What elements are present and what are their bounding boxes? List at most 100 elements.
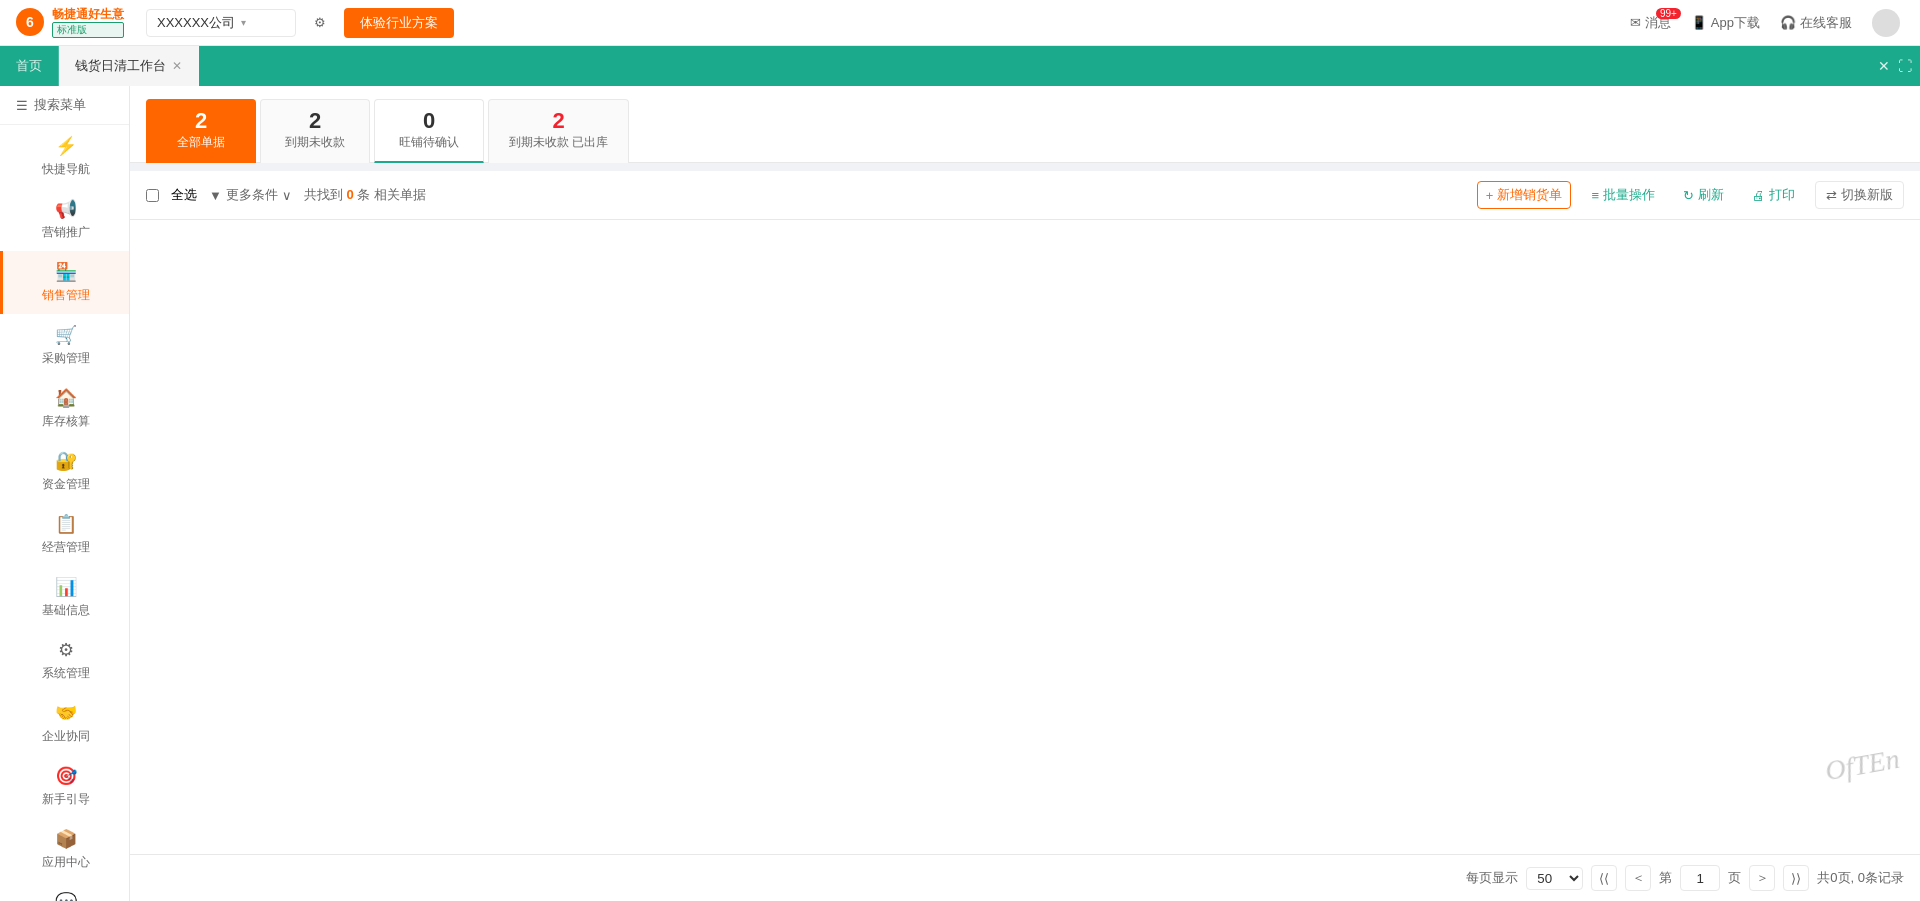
print-icon: 🖨 — [1752, 188, 1765, 203]
stats-tabs-row: 2 全部单据 2 到期未收款 0 旺铺待确认 2 到期未收款 已出库 — [146, 98, 1904, 162]
print-button[interactable]: 🖨 打印 — [1744, 182, 1803, 208]
operations-icon: 📋 — [55, 513, 77, 535]
add-btn-label: 新增销货单 — [1497, 186, 1562, 204]
batch-operation-button[interactable]: ≡ 批量操作 — [1583, 182, 1663, 208]
stat-tab-shipped[interactable]: 2 到期未收款 已出库 — [488, 99, 629, 163]
stat-tab-overdue[interactable]: 2 到期未收款 — [260, 99, 370, 163]
online-service-item[interactable]: 🎧 在线客服 — [1780, 14, 1852, 32]
filter-button[interactable]: ▼ 更多条件 ∨ — [209, 186, 292, 204]
sidebar-item-purchase[interactable]: 🛒 采购管理 — [0, 314, 129, 377]
stat-tab-wangpu[interactable]: 0 旺铺待确认 — [374, 99, 484, 163]
sidebar-item-basic-info[interactable]: 📊 基础信息 — [0, 566, 129, 629]
tab-bar: 首页 钱货日清工作台 ✕ ✕ ⛶ — [0, 46, 1920, 86]
found-count: 0 — [347, 187, 354, 202]
page-label-end: 页 — [1728, 869, 1741, 887]
toolbar-right: + 新增销货单 ≡ 批量操作 ↻ 刷新 🖨 打印 ⇄ 切换新版 — [1477, 181, 1904, 209]
per-page-select[interactable]: 50 20 100 — [1526, 867, 1583, 890]
stat-num-all: 2 — [195, 108, 207, 134]
stat-num-wangpu: 0 — [423, 108, 435, 134]
refresh-icon: ↻ — [1683, 188, 1694, 203]
per-page-label: 每页显示 — [1466, 869, 1518, 887]
logo-badge: 标准版 — [52, 22, 124, 38]
batch-label: 批量操作 — [1603, 186, 1655, 204]
sidebar-item-label: 销售管理 — [42, 287, 90, 304]
sidebar-item-marketing[interactable]: 📢 营销推广 — [0, 188, 129, 251]
tab-bar-actions: ✕ ⛶ — [1878, 58, 1920, 74]
sidebar-item-label: 系统管理 — [42, 665, 90, 682]
stat-label-shipped: 到期未收款 已出库 — [509, 134, 608, 151]
next-page-button[interactable]: ＞ — [1749, 865, 1775, 891]
sidebar-item-label: 库存核算 — [42, 413, 90, 430]
page-input[interactable] — [1680, 865, 1720, 891]
switch-version-button[interactable]: ⇄ 切换新版 — [1815, 181, 1904, 209]
online-service-label: 在线客服 — [1800, 14, 1852, 32]
stat-num-shipped: 2 — [553, 108, 565, 134]
system-icon: ⚙ — [58, 639, 74, 661]
toolbar: 全选 ▼ 更多条件 ∨ 共找到 0 条 相关单据 + 新增销货单 ≡ 批量操作 — [130, 171, 1920, 220]
guide-icon: 🎯 — [55, 765, 77, 787]
search-menu[interactable]: ☰ 搜索菜单 — [0, 86, 129, 125]
company-selector[interactable]: XXXXXX公司 ▾ — [146, 9, 296, 37]
app-download-item[interactable]: 📱 App下载 — [1691, 14, 1760, 32]
select-all-checkbox[interactable] — [146, 189, 159, 202]
wechat-icon: 💬 — [55, 891, 77, 901]
tab-home[interactable]: 首页 — [0, 46, 59, 86]
print-label: 打印 — [1769, 186, 1795, 204]
app-download-icon: 📱 — [1691, 15, 1707, 30]
add-sales-order-button[interactable]: + 新增销货单 — [1477, 181, 1572, 209]
stat-num-overdue: 2 — [309, 108, 321, 134]
sidebar-item-system[interactable]: ⚙ 系统管理 — [0, 629, 129, 692]
refresh-label: 刷新 — [1698, 186, 1724, 204]
filter-label: 更多条件 — [226, 186, 278, 204]
dropdown-arrow-icon: ▾ — [241, 17, 246, 28]
trial-button[interactable]: 体验行业方案 — [344, 8, 454, 38]
avatar — [1872, 9, 1900, 37]
top-right-actions: ✉ 消息 99+ 📱 App下载 🎧 在线客服 — [1630, 9, 1904, 37]
headset-icon: 🎧 — [1780, 15, 1796, 30]
sidebar: ☰ 搜索菜单 ⚡ 快捷导航 📢 营销推广 🏪 销售管理 🛒 采购管理 🏠 库存核… — [0, 86, 130, 901]
filter-icon: ▼ — [209, 188, 222, 203]
tab-expand-icon[interactable]: ⛶ — [1898, 58, 1912, 74]
first-page-button[interactable]: ⟨⟨ — [1591, 865, 1617, 891]
content-area: 2 全部单据 2 到期未收款 0 旺铺待确认 2 到期未收款 已出库 — [130, 86, 1920, 901]
plus-icon: + — [1486, 188, 1494, 203]
stat-tab-all[interactable]: 2 全部单据 — [146, 99, 256, 163]
sidebar-item-label: 采购管理 — [42, 350, 90, 367]
table-area — [130, 220, 1920, 854]
refresh-button[interactable]: ↻ 刷新 — [1675, 182, 1732, 208]
company-name: XXXXXX公司 — [157, 14, 235, 32]
sidebar-item-finance[interactable]: 🔐 资金管理 — [0, 440, 129, 503]
marketing-icon: 📢 — [55, 198, 77, 220]
tab-close-all-icon[interactable]: ✕ — [1878, 58, 1890, 74]
sidebar-item-sales[interactable]: 🏪 销售管理 — [0, 251, 129, 314]
last-page-button[interactable]: ⟩⟩ — [1783, 865, 1809, 891]
sidebar-item-label: 营销推广 — [42, 224, 90, 241]
stat-label-all: 全部单据 — [177, 134, 225, 151]
sidebar-item-enterprise-collab[interactable]: 🤝 企业协同 — [0, 692, 129, 755]
stat-label-wangpu: 旺铺待确认 — [399, 134, 459, 151]
logo-main: 畅捷通好生意 — [52, 7, 124, 21]
sidebar-item-inventory[interactable]: 🏠 库存核算 — [0, 377, 129, 440]
sidebar-item-beginner-guide[interactable]: 🎯 新手引导 — [0, 755, 129, 818]
sidebar-item-app-center[interactable]: 📦 应用中心 — [0, 818, 129, 881]
enterprise-collab-icon: 🤝 — [55, 702, 77, 724]
sidebar-item-label: 快捷导航 — [42, 161, 90, 178]
settings-icon[interactable]: ⚙ — [304, 7, 336, 39]
tab-workbench[interactable]: 钱货日清工作台 ✕ — [59, 46, 199, 86]
basic-info-icon: 📊 — [55, 576, 77, 598]
sidebar-item-enterprise-wechat[interactable]: 💬 企业微信 — [0, 881, 129, 901]
sidebar-item-operations[interactable]: 📋 经营管理 — [0, 503, 129, 566]
prev-page-button[interactable]: ＜ — [1625, 865, 1651, 891]
user-avatar-area[interactable] — [1872, 9, 1904, 37]
batch-icon: ≡ — [1591, 188, 1599, 203]
message-icon: ✉ — [1630, 15, 1641, 30]
message-item[interactable]: ✉ 消息 99+ — [1630, 14, 1671, 32]
logo-text: 畅捷通好生意 标准版 — [52, 7, 124, 37]
found-text: 共找到 0 条 相关单据 — [304, 186, 426, 204]
total-info: 共0页, 0条记录 — [1817, 869, 1904, 887]
tab-close-icon[interactable]: ✕ — [172, 59, 182, 73]
switch-icon: ⇄ — [1826, 188, 1837, 203]
sidebar-item-quick-nav[interactable]: ⚡ 快捷导航 — [0, 125, 129, 188]
search-menu-label: 搜索菜单 — [34, 96, 86, 114]
app-center-icon: 📦 — [55, 828, 77, 850]
